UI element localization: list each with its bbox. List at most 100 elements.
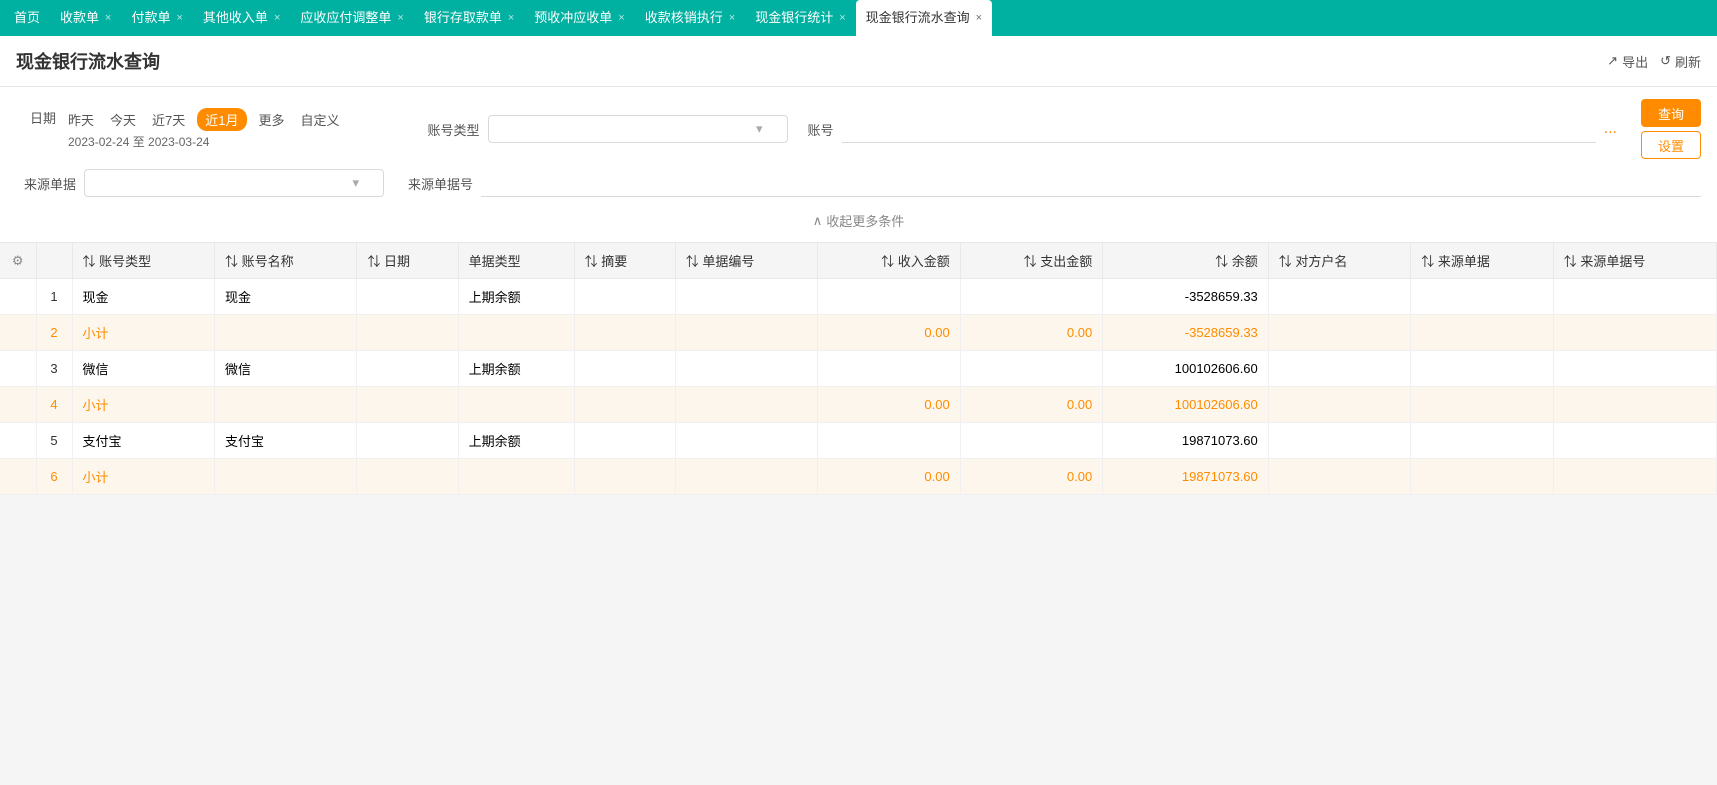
account-dots-button[interactable]: ... [1604, 120, 1617, 138]
date-opt-today[interactable]: 今天 [106, 108, 140, 131]
source-doc-select[interactable]: ▾ [84, 169, 384, 197]
td-expense: 0.00 [960, 387, 1102, 423]
td-expense [960, 351, 1102, 387]
td-account-name: 现金 [214, 279, 356, 315]
refresh-button[interactable]: ↺ 刷新 [1660, 52, 1701, 71]
source-doc-no-label: 来源单据号 [408, 174, 473, 193]
nav-item-receipt-label: 收款单 [60, 0, 99, 36]
collapse-bar[interactable]: ∧ 收起更多条件 [16, 207, 1701, 234]
td-num: 4 [36, 387, 72, 423]
th-source-doc-no: ⇅ 来源单据号 [1553, 243, 1716, 279]
query-button[interactable]: 查询 [1641, 99, 1701, 127]
td-source-doc-no [1553, 387, 1716, 423]
refresh-label: 刷新 [1675, 52, 1701, 71]
nav-item-cash-stats-close[interactable]: × [839, 0, 845, 36]
filter-row-1: 日期 昨天 今天 近7天 近1月 更多 自定义 2023-02-24 至 202… [16, 99, 1701, 159]
td-num: 5 [36, 423, 72, 459]
th-source-doc-label: ⇅ 来源单据 [1421, 254, 1490, 269]
td-summary [574, 351, 675, 387]
th-income: ⇅ 收入金额 [818, 243, 960, 279]
nav-item-other-income[interactable]: 其他收入单 × [193, 0, 290, 36]
nav-item-receipt[interactable]: 收款单 × [50, 0, 121, 36]
nav-item-bank-deposit-label: 银行存取款单 [424, 0, 502, 36]
td-balance: 19871073.60 [1103, 423, 1269, 459]
td-gear [0, 423, 36, 459]
th-account-name-label: ⇅ 账号名称 [225, 254, 294, 269]
td-source-doc [1411, 387, 1553, 423]
table-container: ⚙ ⇅ 账号类型 ⇅ 账号名称 ⇅ 日期 单据类型 ⇅ 摘要 [0, 243, 1717, 495]
nav-item-payment-close[interactable]: × [176, 0, 182, 36]
th-date-label: ⇅ 日期 [367, 254, 410, 269]
nav-item-collection-close[interactable]: × [729, 0, 735, 36]
td-doc-no [675, 315, 817, 351]
filter-row-2: 来源单据 ▾ 来源单据号 [16, 169, 1701, 197]
th-account-name: ⇅ 账号名称 [214, 243, 356, 279]
td-account-name: 微信 [214, 351, 356, 387]
nav-item-other-income-close[interactable]: × [274, 0, 280, 36]
td-account-type: 现金 [72, 279, 214, 315]
nav-item-home[interactable]: 首页 [4, 0, 50, 36]
chevron-down-icon-2: ▾ [352, 175, 359, 191]
td-num: 6 [36, 459, 72, 495]
nav-item-prepay-close[interactable]: × [618, 0, 624, 36]
td-account-name: 支付宝 [214, 423, 356, 459]
nav-item-payment[interactable]: 付款单 × [121, 0, 192, 36]
export-button[interactable]: ↗ 导出 [1607, 52, 1648, 71]
nav-item-prepay[interactable]: 预收冲应收单 × [524, 0, 634, 36]
date-opt-7days[interactable]: 近7天 [148, 108, 189, 131]
td-account-type: 小计 [72, 387, 214, 423]
th-account-type: ⇅ 账号类型 [72, 243, 214, 279]
nav-item-cash-stats[interactable]: 现金银行统计 × [745, 0, 855, 36]
th-doc-type-label: 单据类型 [469, 254, 521, 269]
td-expense: 0.00 [960, 315, 1102, 351]
nav-item-collection[interactable]: 收款核销执行 × [635, 0, 745, 36]
nav-item-cash-flow-close[interactable]: × [976, 0, 982, 36]
export-icon: ↗ [1607, 53, 1618, 69]
td-source-doc [1411, 279, 1553, 315]
nav-item-cash-flow-label: 现金银行流水查询 [866, 0, 970, 36]
td-source-doc [1411, 351, 1553, 387]
nav-item-bank-deposit[interactable]: 银行存取款单 × [414, 0, 524, 36]
date-opt-1month[interactable]: 近1月 [197, 108, 246, 131]
date-opt-more[interactable]: 更多 [255, 108, 289, 131]
td-account-name [214, 315, 356, 351]
td-doc-type [458, 459, 574, 495]
collapse-label: 收起更多条件 [826, 211, 904, 230]
td-doc-type: 上期余额 [458, 423, 574, 459]
account-type-select[interactable]: ▾ [488, 115, 788, 143]
th-expense: ⇅ 支出金额 [960, 243, 1102, 279]
td-source-doc [1411, 423, 1553, 459]
table-row: 1现金现金上期余额-3528659.33 [0, 279, 1717, 315]
table-row: 3微信微信上期余额100102606.60 [0, 351, 1717, 387]
source-doc-label: 来源单据 [16, 174, 76, 193]
nav-item-receipt-close[interactable]: × [105, 0, 111, 36]
setting-button[interactable]: 设置 [1641, 131, 1701, 159]
table-header-row: ⚙ ⇅ 账号类型 ⇅ 账号名称 ⇅ 日期 单据类型 ⇅ 摘要 [0, 243, 1717, 279]
td-gear [0, 387, 36, 423]
nav-item-bank-deposit-close[interactable]: × [508, 0, 514, 36]
td-counterparty [1268, 459, 1410, 495]
td-income: 0.00 [818, 387, 960, 423]
refresh-icon: ↺ [1660, 53, 1671, 69]
data-table: ⚙ ⇅ 账号类型 ⇅ 账号名称 ⇅ 日期 单据类型 ⇅ 摘要 [0, 243, 1717, 495]
gear-icon[interactable]: ⚙ [12, 253, 24, 268]
header-actions: ↗ 导出 ↺ 刷新 [1607, 52, 1701, 71]
nav-item-adjustment[interactable]: 应收应付调整单 × [290, 0, 413, 36]
th-gear: ⚙ [0, 243, 36, 279]
th-counterparty-label: ⇅ 对方户名 [1279, 254, 1348, 269]
date-opt-yesterday[interactable]: 昨天 [64, 108, 98, 131]
td-summary [574, 387, 675, 423]
th-summary-label: ⇅ 摘要 [585, 254, 628, 269]
account-type-label: 账号类型 [420, 120, 480, 139]
th-doc-no: ⇅ 单据编号 [675, 243, 817, 279]
date-opt-custom[interactable]: 自定义 [297, 108, 344, 131]
th-expense-label: ⇅ 支出金额 [1024, 254, 1093, 269]
table-row: 4小计0.000.00100102606.60 [0, 387, 1717, 423]
nav-item-cash-flow[interactable]: 现金银行流水查询 × [856, 0, 992, 36]
td-summary [574, 279, 675, 315]
td-balance: -3528659.33 [1103, 279, 1269, 315]
td-expense: 0.00 [960, 459, 1102, 495]
th-counterparty: ⇅ 对方户名 [1268, 243, 1410, 279]
nav-item-adjustment-close[interactable]: × [397, 0, 403, 36]
th-summary: ⇅ 摘要 [574, 243, 675, 279]
